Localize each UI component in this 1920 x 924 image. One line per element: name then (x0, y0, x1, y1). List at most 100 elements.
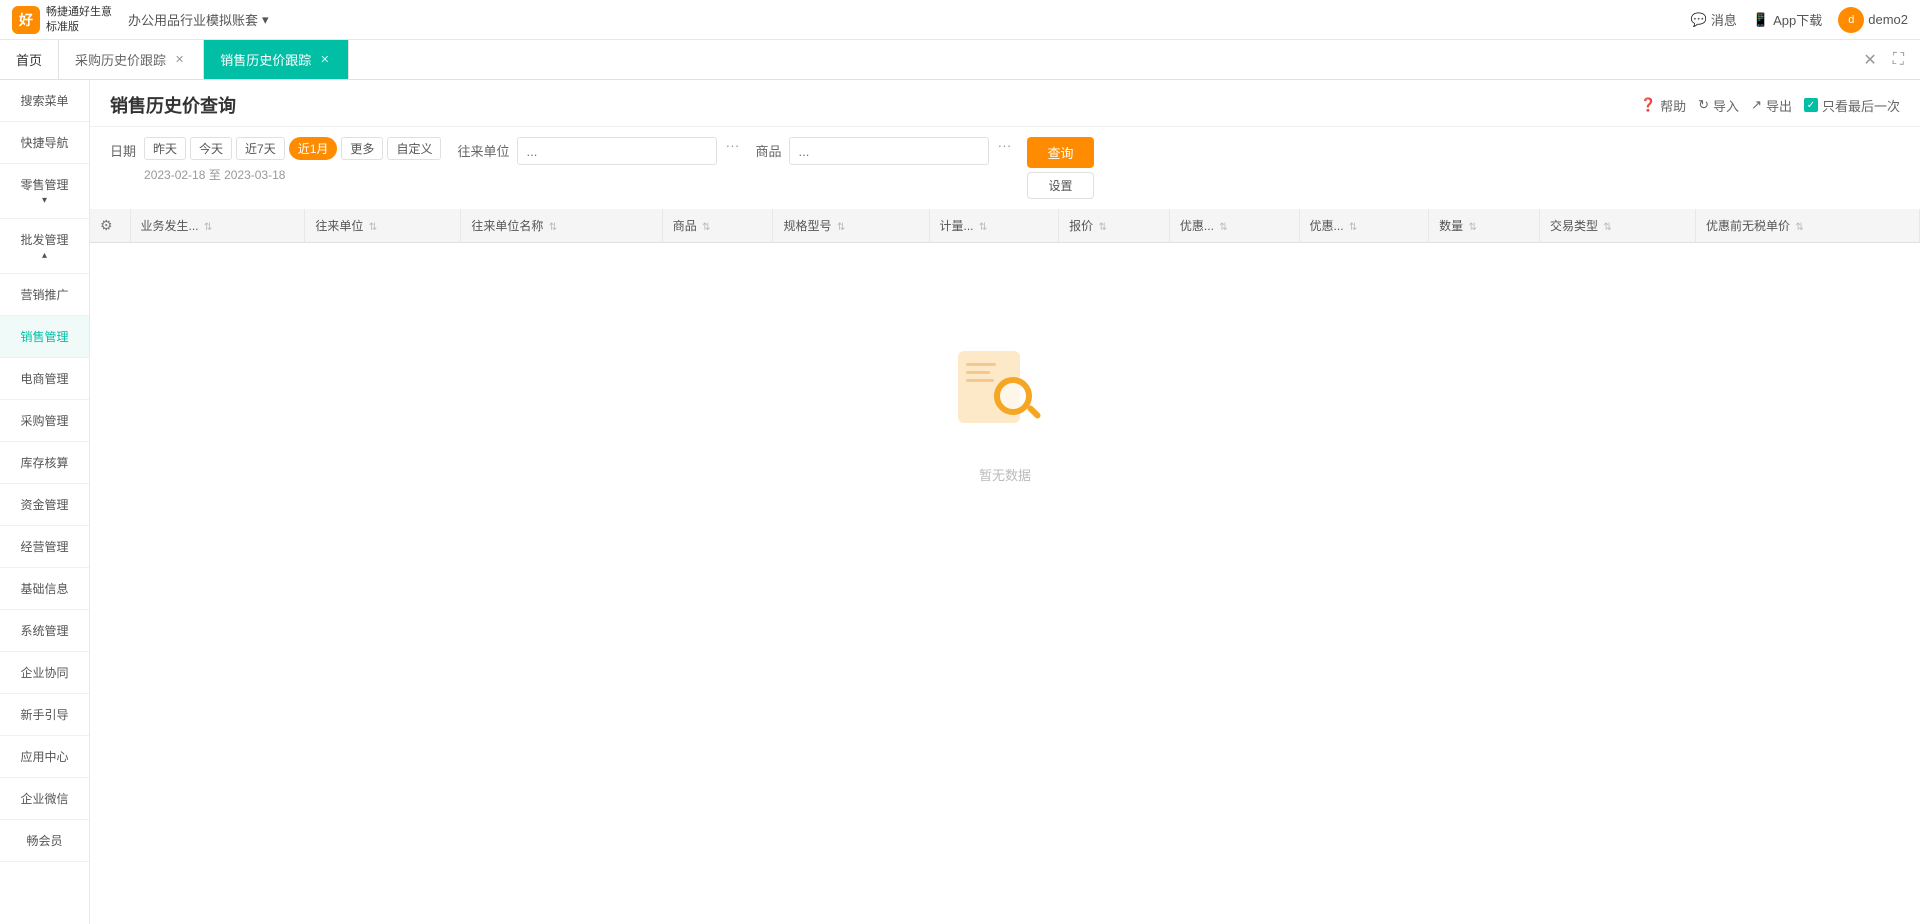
query-buttons: 查询 设置 (1027, 137, 1093, 199)
date-btns-row: 昨天 今天 近7天 近1月 更多 自定义 (144, 137, 441, 160)
retail-arrow-icon: ▾ (42, 195, 47, 206)
th-spec[interactable]: 规格型号 ⇅ (773, 209, 929, 243)
new-guide-label: 新手引导 (20, 706, 68, 723)
date-btn-today[interactable]: 今天 (190, 137, 232, 160)
download-icon: 📱 (1753, 12, 1769, 28)
product-label: 商品 (755, 137, 781, 160)
sidebar-item-quick-nav[interactable]: 快捷导航 (0, 122, 89, 164)
th-price[interactable]: 报价 ⇅ (1059, 209, 1170, 243)
sort-trade-type-icon: ⇅ (1603, 222, 1611, 233)
page-actions: ❓ 帮助 ↻ 导入 ↗ 导出 ✓ 只看最后一次 (1640, 96, 1900, 115)
partner-input[interactable] (517, 137, 717, 165)
message-nav[interactable]: 💬 消息 (1691, 10, 1737, 29)
table-header-row: ⚙ 业务发生... ⇅ 往来单位 ⇅ 往来单位名称 (90, 209, 1920, 243)
sales-mgmt-label: 销售管理 (20, 328, 68, 345)
content-area: 销售历史价查询 ❓ 帮助 ↻ 导入 ↗ 导出 ✓ 只看最后一次 (90, 80, 1920, 924)
partner-dots-btn[interactable]: ··· (725, 137, 739, 153)
inventory-label: 库存核算 (20, 454, 68, 471)
th-pretax-price[interactable]: 优惠前无税单价 ⇅ (1695, 209, 1919, 243)
sidebar-item-new-guide[interactable]: 新手引导 (0, 694, 89, 736)
filter-bar: 日期 昨天 今天 近7天 近1月 更多 自定义 2023-02-18 至 202… (90, 127, 1920, 209)
product-input[interactable] (789, 137, 989, 165)
only-last-checkbox-area[interactable]: ✓ 只看最后一次 (1804, 96, 1900, 115)
product-dots-btn[interactable]: ··· (997, 137, 1011, 153)
fullscreen-tab-action[interactable]: ⛶ (1889, 47, 1908, 73)
close-tab-action[interactable]: ✕ (1859, 46, 1880, 74)
export-action[interactable]: ↗ 导出 (1751, 96, 1792, 115)
close-sales-tab[interactable]: ✕ (317, 52, 332, 67)
product-filter-group: 商品 ··· (755, 137, 1011, 165)
sidebar-item-app-center[interactable]: 应用中心 (0, 736, 89, 778)
th-discount2[interactable]: 优惠... ⇅ (1299, 209, 1429, 243)
sort-partner-icon: ⇅ (369, 222, 377, 233)
th-unit[interactable]: 计量... ⇅ (929, 209, 1059, 243)
th-discount1[interactable]: 优惠... ⇅ (1169, 209, 1299, 243)
date-btn-1month[interactable]: 近1月 (289, 137, 338, 160)
tab-sales-history[interactable]: 销售历史价跟踪 ✕ (204, 40, 349, 79)
th-trade-type[interactable]: 交易类型 ⇅ (1539, 209, 1695, 243)
date-range-text: 2023-02-18 至 2023-03-18 (144, 166, 441, 183)
page-header: 销售历史价查询 ❓ 帮助 ↻ 导入 ↗ 导出 ✓ 只看最后一次 (90, 80, 1920, 127)
sidebar-item-purchase-mgmt[interactable]: 采购管理 (0, 400, 89, 442)
th-biz-date[interactable]: 业务发生... ⇅ (130, 209, 305, 243)
date-btn-7days[interactable]: 近7天 (236, 137, 285, 160)
sidebar-item-sales-mgmt[interactable]: 销售管理 (0, 316, 89, 358)
sidebar-item-enterprise-wechat[interactable]: 企业微信 (0, 778, 89, 820)
finance-mgmt-label: 资金管理 (20, 496, 68, 513)
close-purchase-tab[interactable]: ✕ (172, 52, 187, 67)
sort-biz-date-icon: ⇅ (204, 222, 212, 233)
logo-area: 好 畅捷通好生意 标准版 (12, 5, 112, 34)
gear-icon[interactable]: ⚙ (100, 217, 113, 233)
tab-purchase-history[interactable]: 采购历史价跟踪 ✕ (59, 40, 204, 79)
sidebar: 搜索菜单 快捷导航 零售管理 ▾ 批发管理 ▴ 营销推广 销售管理 电商管理 采… (0, 80, 90, 924)
avatar: d (1838, 7, 1864, 33)
sidebar-item-operations-mgmt[interactable]: 经营管理 (0, 526, 89, 568)
import-icon: ↻ (1698, 97, 1709, 113)
logo-icon: 好 (12, 6, 40, 34)
sidebar-item-search-menu[interactable]: 搜索菜单 (0, 80, 89, 122)
settings-button[interactable]: 设置 (1027, 172, 1093, 199)
partner-filter-group: 往来单位 ··· (457, 137, 739, 165)
import-action[interactable]: ↻ 导入 (1698, 96, 1739, 115)
th-partner[interactable]: 往来单位 ⇅ (305, 209, 461, 243)
date-btn-custom[interactable]: 自定义 (387, 137, 441, 160)
search-menu-label: 搜索菜单 (20, 92, 68, 109)
table-scroll[interactable]: ⚙ 业务发生... ⇅ 往来单位 ⇅ 往来单位名称 (90, 209, 1920, 924)
sidebar-item-vip-member[interactable]: 畅会员 (0, 820, 89, 862)
app-download-nav[interactable]: 📱 App下载 (1753, 10, 1822, 29)
th-partner-name[interactable]: 往来单位名称 ⇅ (461, 209, 662, 243)
purchase-mgmt-label: 采购管理 (20, 412, 68, 429)
sort-unit-icon: ⇅ (979, 222, 987, 233)
date-buttons: 昨天 今天 近7天 近1月 更多 自定义 2023-02-18 至 2023-0… (144, 137, 441, 183)
th-quantity[interactable]: 数量 ⇅ (1429, 209, 1540, 243)
tab-home[interactable]: 首页 (0, 40, 59, 79)
date-btn-more[interactable]: 更多 (341, 137, 383, 160)
wholesale-arrow-icon: ▴ (42, 250, 47, 261)
only-last-checkbox[interactable]: ✓ (1804, 98, 1818, 112)
sidebar-item-basic-info[interactable]: 基础信息 (0, 568, 89, 610)
sidebar-item-retail-mgmt[interactable]: 零售管理 ▾ (0, 164, 89, 219)
app-selector[interactable]: 办公用品行业模拟账套 ▾ (120, 6, 277, 33)
ecommerce-mgmt-label: 电商管理 (20, 370, 68, 387)
empty-text: 暂无数据 (979, 465, 1031, 484)
sidebar-item-system-mgmt[interactable]: 系统管理 (0, 610, 89, 652)
date-filter-group: 日期 昨天 今天 近7天 近1月 更多 自定义 2023-02-18 至 202… (110, 137, 441, 183)
sort-partner-name-icon: ⇅ (549, 222, 557, 233)
sidebar-item-finance-mgmt[interactable]: 资金管理 (0, 484, 89, 526)
sidebar-item-inventory[interactable]: 库存核算 (0, 442, 89, 484)
export-icon: ↗ (1751, 97, 1762, 113)
sidebar-item-wholesale-mgmt[interactable]: 批发管理 ▴ (0, 219, 89, 274)
tab-actions: ✕ ⛶ (1859, 46, 1920, 74)
partner-label: 往来单位 (457, 137, 509, 160)
vip-member-label: 畅会员 (26, 832, 62, 849)
help-action[interactable]: ❓ 帮助 (1640, 96, 1686, 115)
query-button[interactable]: 查询 (1027, 137, 1093, 168)
date-label: 日期 (110, 137, 136, 160)
system-mgmt-label: 系统管理 (20, 622, 68, 639)
sidebar-item-ecommerce-mgmt[interactable]: 电商管理 (0, 358, 89, 400)
date-btn-yesterday[interactable]: 昨天 (144, 137, 186, 160)
sidebar-item-enterprise-collab[interactable]: 企业协同 (0, 652, 89, 694)
th-product[interactable]: 商品 ⇅ (662, 209, 773, 243)
sidebar-item-marketing[interactable]: 营销推广 (0, 274, 89, 316)
user-nav[interactable]: d demo2 (1838, 7, 1908, 33)
